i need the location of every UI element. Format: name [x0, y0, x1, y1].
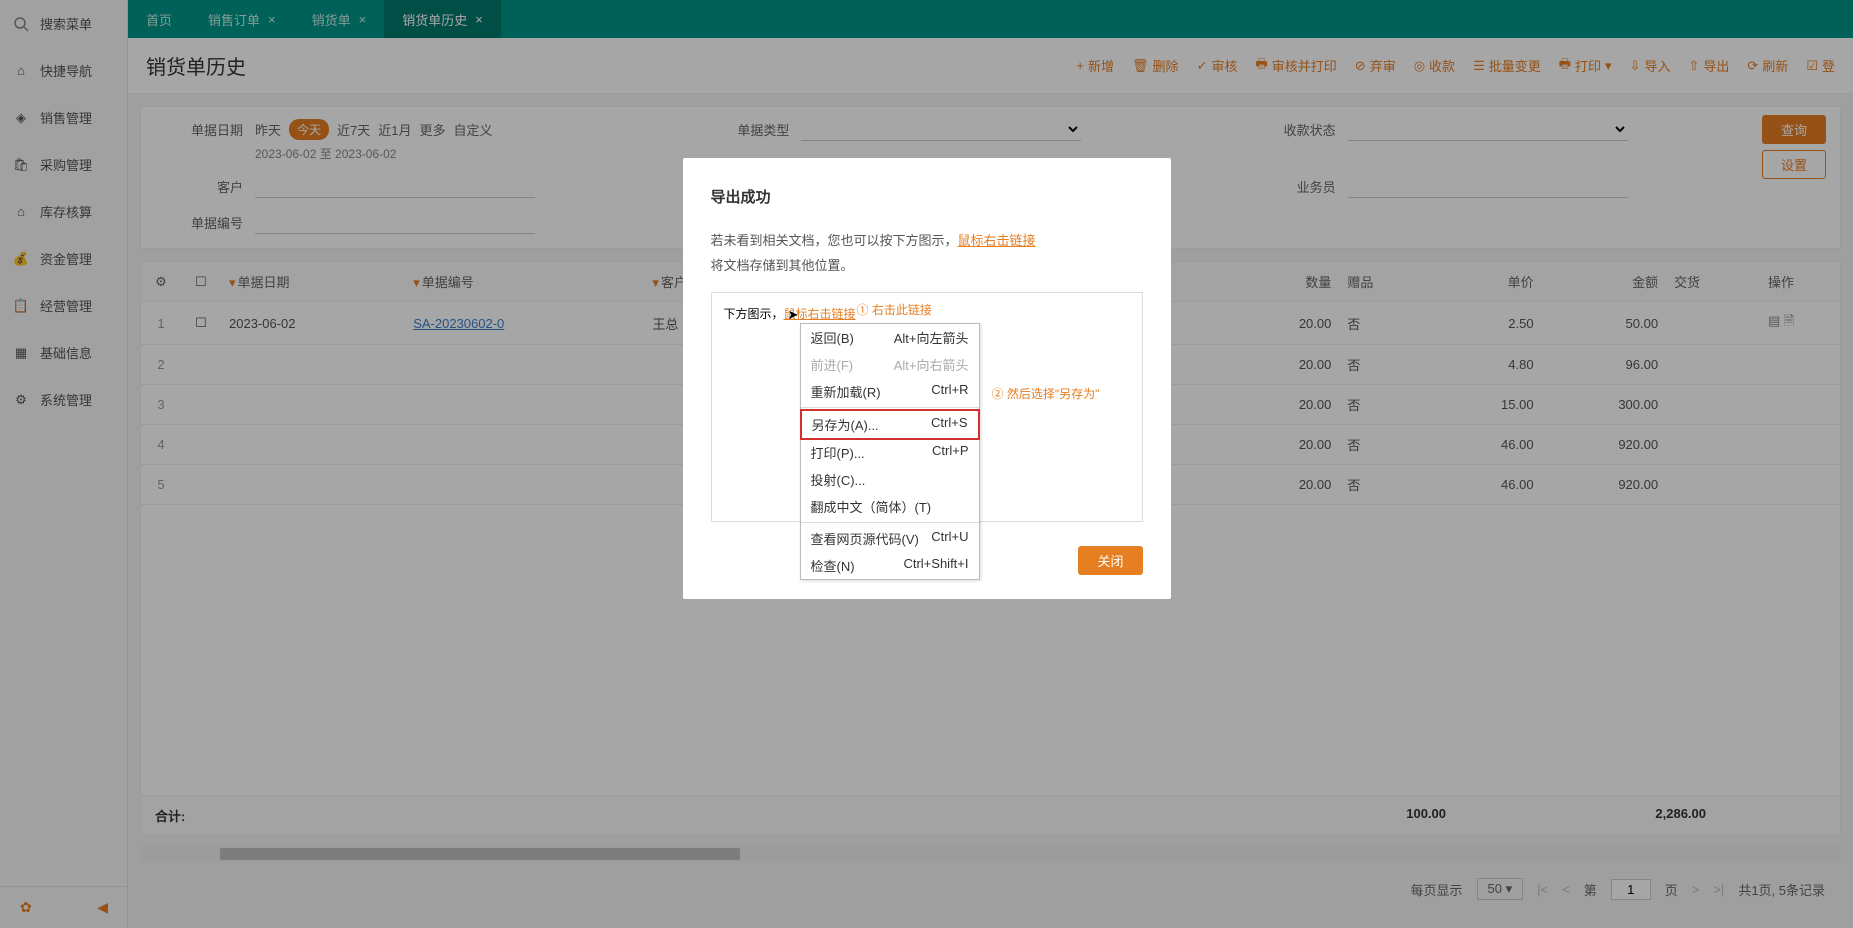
instruction-image: 下方图示，鼠标右击链接 ➤ ① 右击此链接 ② 然后选择"另存为" 返回(B)A… — [711, 292, 1143, 522]
annotation-1: ① 右击此链接 — [857, 301, 932, 318]
close-button[interactable]: 关闭 — [1078, 546, 1142, 575]
modal-text: 若未看到相关文档，您也可以按下方图示，鼠标右击链接 将文档存储到其他位置。 — [711, 229, 1143, 278]
right-click-link[interactable]: 鼠标右击链接 — [958, 233, 1036, 248]
export-success-modal: 导出成功 若未看到相关文档，您也可以按下方图示，鼠标右击链接 将文档存储到其他位… — [683, 158, 1171, 599]
annotation-2: ② 然后选择"另存为" — [992, 385, 1100, 402]
modal-title: 导出成功 — [711, 186, 1143, 207]
context-menu-illustration: 返回(B)Alt+向左箭头前进(F)Alt+向右箭头重新加载(R)Ctrl+R另… — [800, 323, 980, 580]
cursor-icon: ➤ — [788, 307, 799, 323]
modal-overlay[interactable]: 导出成功 若未看到相关文档，您也可以按下方图示，鼠标右击链接 将文档存储到其他位… — [0, 0, 1853, 928]
